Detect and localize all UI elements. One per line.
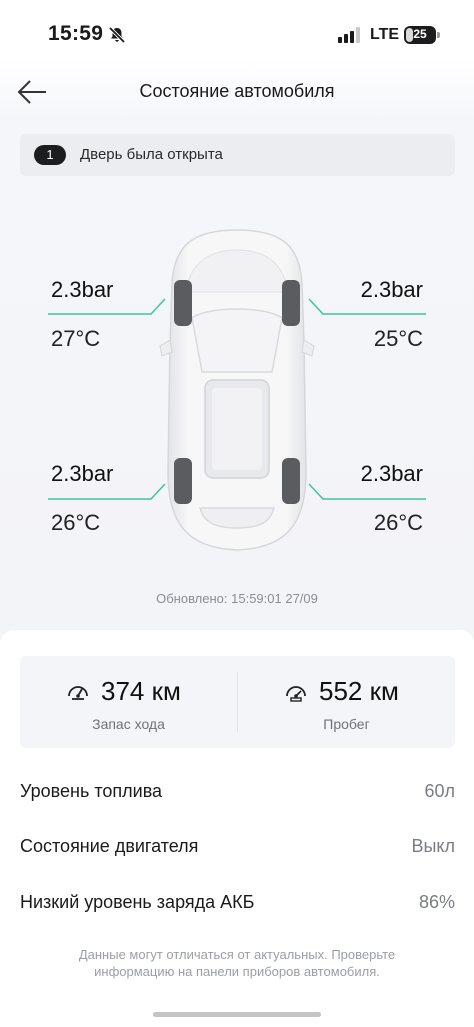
- engine-status-row: Состояние двигателя Выкл: [20, 836, 455, 866]
- engine-status-label: Состояние двигателя: [20, 836, 199, 856]
- home-indicator[interactable]: [153, 1012, 321, 1017]
- front-right-tyre-temperature: 25°C: [373, 326, 423, 351]
- status-bar: 15:59 LTE 25: [0, 0, 474, 70]
- page-title: Состояние автомобиля: [139, 81, 335, 101]
- front-right-tyre-pressure: 2.3bar: [360, 277, 423, 302]
- status-time: 15:59: [48, 22, 104, 45]
- rear-right-tyre-pressure: 2.3bar: [360, 461, 423, 486]
- network-type-label: LTE: [370, 26, 400, 43]
- data-disclaimer: Данные могут отличаться от актуальных. П…: [78, 947, 396, 979]
- range-label: Запас хода: [92, 716, 165, 732]
- windshield: [191, 308, 283, 373]
- rear-right-tyre-temperature: 26°C: [373, 510, 423, 535]
- odometer-icon: [286, 686, 306, 702]
- rear-left-tyre-pressure: 2.3bar: [51, 461, 114, 486]
- door-opened-alert[interactable]: 1 Дверь была открыта: [20, 134, 455, 176]
- battery-charge-row: Низкий уровень заряда АКБ 86%: [20, 892, 455, 922]
- mileage-value: 552 км: [319, 676, 399, 706]
- front-left-wheel: [174, 280, 192, 326]
- last-updated-timestamp: Обновлено: 15:59:01 27/09: [156, 591, 318, 606]
- sunroof-glass: [212, 388, 262, 470]
- alert-text: Дверь была открыта: [80, 146, 223, 163]
- battery-charge-value: 86%: [418, 892, 455, 912]
- cellular-signal-icon: [338, 27, 360, 43]
- speedometer-icon: [68, 686, 88, 700]
- engine-status-value: Выкл: [411, 836, 455, 856]
- rear-left-tyre-temperature: 26°C: [51, 510, 101, 535]
- fuel-level-value: 60л: [424, 781, 455, 801]
- bell-muted-icon: [108, 26, 126, 44]
- range-mileage-card: 374 км Запас хода 552 км Пробег: [20, 656, 455, 748]
- battery-terminal: [437, 32, 440, 38]
- battery-percent: 25: [413, 27, 427, 41]
- mileage-label: Пробег: [323, 716, 370, 732]
- rear-left-wheel: [174, 458, 192, 504]
- range-value: 374 км: [101, 676, 181, 706]
- front-left-tyre-pressure: 2.3bar: [51, 277, 114, 302]
- rear-right-wheel: [282, 458, 300, 504]
- front-right-wheel: [282, 280, 300, 326]
- fuel-level-row: Уровень топлива 60л: [20, 781, 455, 811]
- car-top-view-illustration: [159, 229, 315, 551]
- alert-count-badge: 1: [34, 145, 66, 165]
- fuel-level-label: Уровень топлива: [20, 781, 163, 801]
- battery-charge-label: Низкий уровень заряда АКБ: [20, 892, 255, 912]
- front-left-tyre-temperature: 27°C: [51, 326, 101, 351]
- battery-icon: 25: [404, 26, 436, 44]
